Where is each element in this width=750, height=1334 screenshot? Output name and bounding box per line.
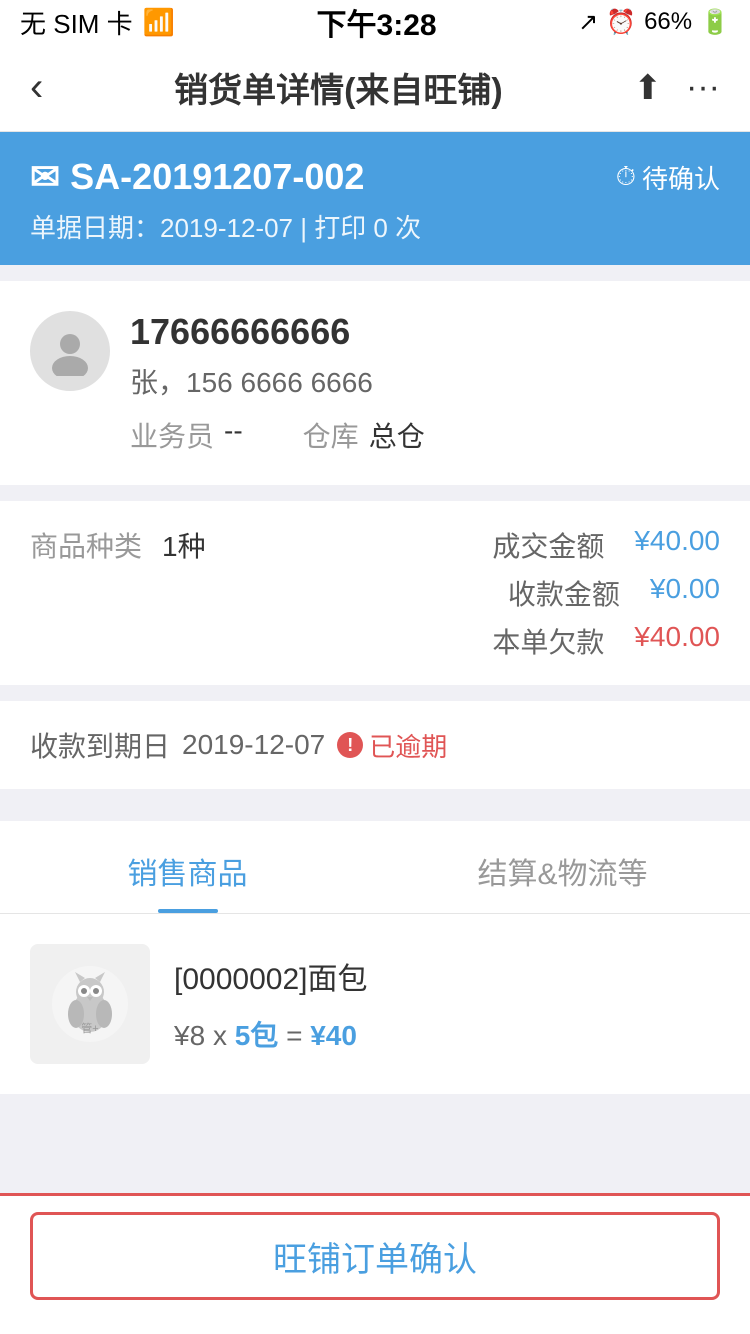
received-amount-row: 收款金额 ¥0.00: [508, 573, 720, 613]
overdue-text: 已逾期: [369, 727, 447, 764]
owed-amount-row: 本单欠款 ¥40.00: [492, 621, 720, 661]
tab-settlement[interactable]: 结算&物流等: [375, 821, 750, 913]
deal-amount-label: 成交金额: [492, 525, 604, 565]
owed-amount-label: 本单欠款: [492, 621, 604, 661]
tabs-section: 销售商品 结算&物流等: [0, 821, 750, 1094]
nav-actions: ⬆ ···: [634, 68, 720, 108]
goods-type-value: 1种: [162, 525, 206, 565]
product-name: [0000002]面包: [174, 954, 720, 998]
status-right: ↗ ⏰ 66% 🔋: [578, 8, 730, 37]
wifi-icon: 📶: [143, 7, 175, 38]
product-price: ¥8: [174, 1020, 205, 1051]
customer-avatar: [30, 311, 110, 391]
customer-card: 17666666666 张，156 6666 6666 业务员 -- 仓库 总仓: [0, 281, 750, 485]
location-icon: ↗: [578, 8, 598, 37]
order-meta: 单据日期：2019-12-07 | 打印 0 次: [30, 208, 720, 245]
deal-amount-value: ¥40.00: [634, 525, 720, 565]
amounts-section: 成交金额 ¥40.00 收款金额 ¥0.00 本单欠款 ¥40.00: [492, 525, 720, 661]
alarm-icon: ⏰: [606, 8, 636, 37]
share-button[interactable]: ⬆: [634, 68, 663, 108]
page-title: 销货单详情(来自旺铺): [174, 63, 503, 112]
product-qty: 5包: [235, 1020, 279, 1051]
overdue-badge: ! 已逾期: [337, 727, 447, 764]
battery-icon: 🔋: [700, 8, 730, 37]
due-date-value: 2019-12-07: [182, 729, 325, 761]
overdue-icon: !: [337, 732, 363, 758]
salesperson-value: --: [224, 415, 243, 455]
svg-text:管+: 管+: [81, 1021, 98, 1035]
multiply-sign: x: [213, 1020, 235, 1051]
customer-info: 17666666666 张，156 6666 6666 业务员 -- 仓库 总仓: [130, 311, 720, 455]
status-bar: 无 SIM 卡 📶 下午3:28 ↗ ⏰ 66% 🔋: [0, 0, 750, 44]
product-details: [0000002]面包 ¥8 x 5包 = ¥40: [174, 954, 720, 1054]
product-item: 管+ [0000002]面包 ¥8 x 5包 = ¥40: [0, 914, 750, 1094]
goods-type-label: 商品种类: [30, 525, 142, 565]
product-total: ¥40: [310, 1020, 357, 1051]
received-amount-value: ¥0.00: [650, 573, 720, 613]
carrier-text: 无 SIM 卡: [20, 4, 133, 41]
salesperson-item: 业务员 --: [130, 415, 243, 455]
order-status: ⏱ 待确认: [616, 159, 720, 196]
equals-sign: =: [286, 1020, 310, 1051]
salesperson-label: 业务员: [130, 415, 214, 455]
bottom-bar: 旺铺订单确认: [0, 1193, 750, 1334]
order-header: ✉ SA-20191207-002 ⏱ 待确认 单据日期：2019-12-07 …: [0, 132, 750, 265]
confirm-order-button[interactable]: 旺铺订单确认: [30, 1212, 720, 1300]
customer-meta: 业务员 -- 仓库 总仓: [130, 415, 720, 455]
warehouse-label: 仓库: [303, 415, 359, 455]
received-amount-label: 收款金额: [508, 573, 620, 613]
customer-phone: 17666666666: [130, 311, 720, 353]
status-carrier: 无 SIM 卡 📶: [20, 4, 175, 41]
status-time: 下午3:28: [317, 0, 437, 44]
product-thumbnail: 管+: [30, 944, 150, 1064]
order-icon: ✉: [30, 156, 60, 198]
due-date-label: 收款到期日: [30, 725, 170, 765]
tab-sales-products[interactable]: 销售商品: [0, 821, 375, 913]
warehouse-item: 仓库 总仓: [303, 415, 425, 455]
customer-name: 张，156 6666 6666: [130, 361, 720, 401]
clock-icon: ⏱: [616, 161, 636, 193]
order-id: ✉ SA-20191207-002: [30, 156, 364, 198]
owed-amount-value: ¥40.00: [634, 621, 720, 661]
battery-text: 66%: [644, 8, 692, 36]
divider: [0, 789, 750, 805]
product-price-row: ¥8 x 5包 = ¥40: [174, 1014, 720, 1054]
nav-bar: ‹ 销货单详情(来自旺铺) ⬆ ···: [0, 44, 750, 132]
summary-card: 商品种类 1种 成交金额 ¥40.00 收款金额 ¥0.00 本单欠款 ¥40.…: [0, 501, 750, 685]
goods-type-section: 商品种类 1种: [30, 525, 206, 565]
deal-amount-row: 成交金额 ¥40.00: [492, 525, 720, 565]
more-button[interactable]: ···: [686, 68, 720, 107]
due-date-card: 收款到期日 2019-12-07 ! 已逾期: [0, 701, 750, 789]
back-button[interactable]: ‹: [30, 65, 43, 110]
warehouse-value: 总仓: [369, 415, 425, 455]
tabs-header: 销售商品 结算&物流等: [0, 821, 750, 914]
